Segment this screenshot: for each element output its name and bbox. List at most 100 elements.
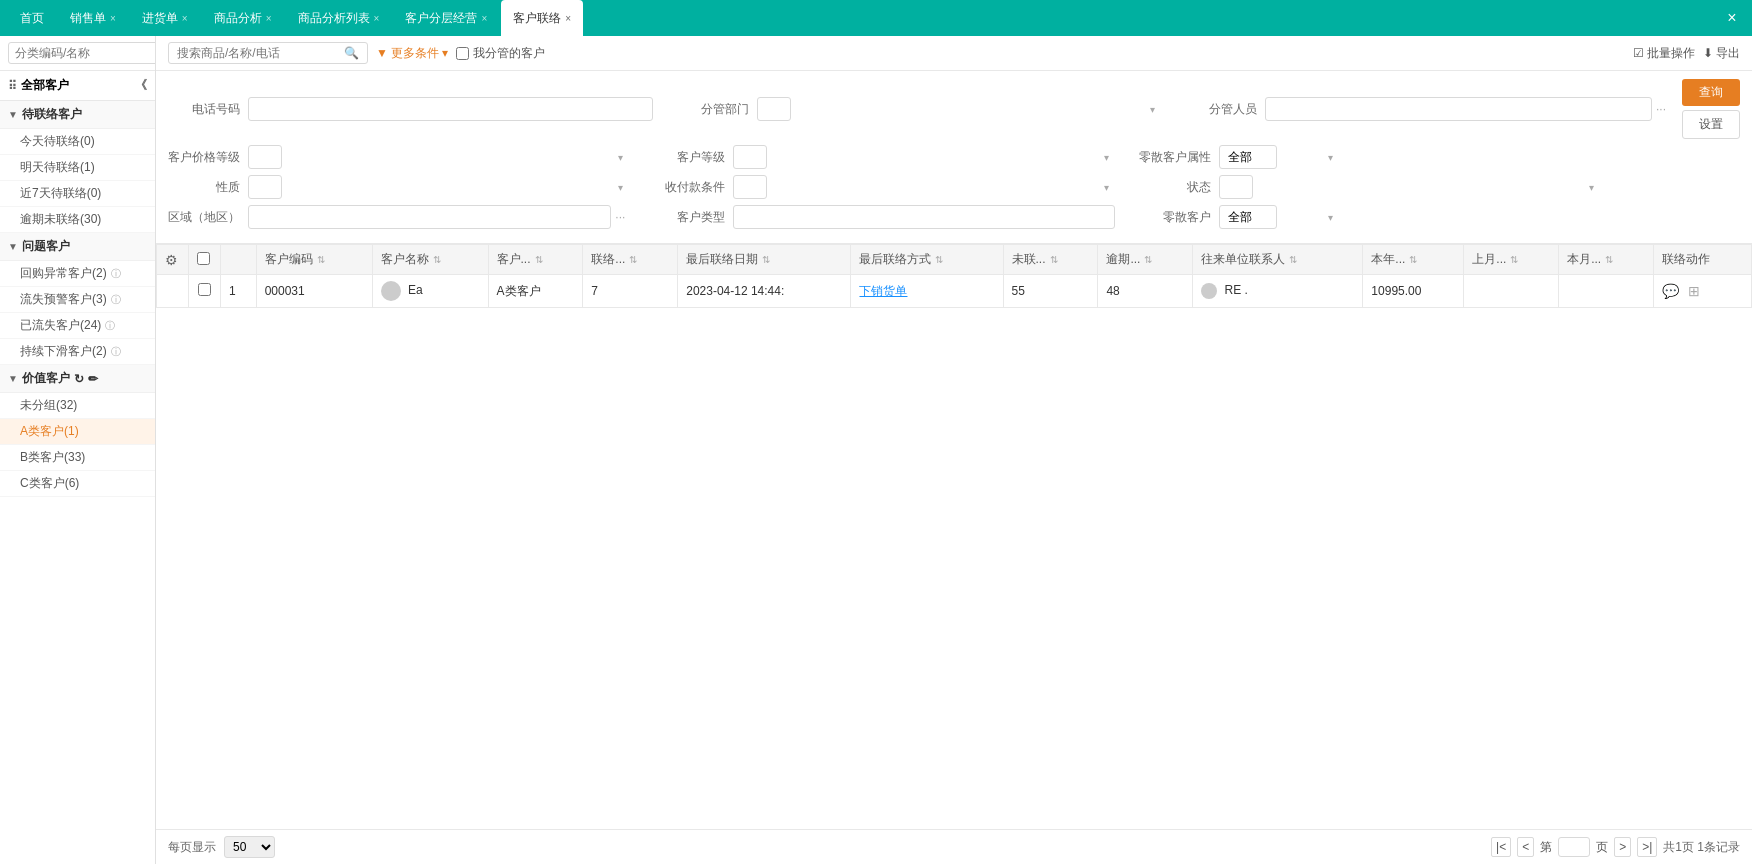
sidebar-item-ungrouped[interactable]: 未分组(32) xyxy=(0,393,155,419)
query-button[interactable]: 查询 xyxy=(1682,79,1740,106)
nav-home[interactable]: 首页 xyxy=(8,0,56,36)
th-this-month[interactable]: 本月... ⇅ xyxy=(1559,245,1654,275)
td-check xyxy=(189,275,221,308)
sidebar-item-a-class[interactable]: A类客户(1) xyxy=(0,419,155,445)
value-edit-icon[interactable]: ✏ xyxy=(88,372,98,386)
first-page-btn[interactable]: |< xyxy=(1491,837,1511,857)
filter-manager-input[interactable] xyxy=(1265,97,1652,121)
nav-sales[interactable]: 销售单 × xyxy=(58,0,128,36)
page-size-select[interactable]: 50 20 100 xyxy=(224,836,275,858)
sidebar-group-value[interactable]: ▼ 价值客户 ↻ ✏ xyxy=(0,365,155,393)
nav-product-list[interactable]: 商品分析列表 × xyxy=(286,0,392,36)
sidebar-item-today[interactable]: 今天待联络(0) xyxy=(0,129,155,155)
filter-region-dots[interactable]: ··· xyxy=(611,210,629,224)
sort-icon-name[interactable]: ⇅ xyxy=(433,254,441,265)
my-customers-filter[interactable]: 我分管的客户 xyxy=(456,45,545,62)
sidebar-item-declining[interactable]: 持续下滑客户(2) ⓘ xyxy=(0,339,155,365)
sidebar-item-tomorrow[interactable]: 明天待联络(1) xyxy=(0,155,155,181)
filter-customer-level-select[interactable] xyxy=(733,145,767,169)
batch-op-btn[interactable]: ☑ 批量操作 xyxy=(1633,45,1695,62)
table-settings-icon[interactable]: ⚙ xyxy=(165,252,178,268)
search-icon[interactable]: 🔍 xyxy=(344,46,359,60)
sort-icon-type[interactable]: ⇅ xyxy=(535,254,543,265)
close-all-tabs[interactable]: × xyxy=(1720,6,1744,30)
sort-icon-no-contact[interactable]: ⇅ xyxy=(1050,254,1058,265)
filter-payment: 收付款条件 ▾ xyxy=(653,175,1114,199)
sidebar-all-customers[interactable]: ⠿ 全部客户 《 xyxy=(0,71,155,101)
settings-button[interactable]: 设置 xyxy=(1682,110,1740,139)
th-no-contact[interactable]: 未联... ⇅ xyxy=(1003,245,1098,275)
prev-page-btn[interactable]: < xyxy=(1517,837,1534,857)
filter-region-input[interactable] xyxy=(248,205,611,229)
search-input[interactable] xyxy=(177,46,344,60)
th-overdue[interactable]: 逾期... ⇅ xyxy=(1098,245,1193,275)
filter-scatter-wrap: 全部 ▾ xyxy=(1219,205,1339,229)
sidebar-item-churned[interactable]: 已流失客户(24) ⓘ xyxy=(0,313,155,339)
sort-icon-this-month[interactable]: ⇅ xyxy=(1605,254,1613,265)
chevron-down-icon4: ▾ xyxy=(1104,152,1109,163)
td-unit-contact: RE . xyxy=(1193,275,1363,308)
sort-icon-unit[interactable]: ⇅ xyxy=(1289,254,1297,265)
filter-price-select[interactable] xyxy=(248,145,282,169)
sidebar-group-pending[interactable]: ▼ 待联络客户 xyxy=(0,101,155,129)
sort-icon-contact[interactable]: ⇅ xyxy=(629,254,637,265)
sort-icon-date[interactable]: ⇅ xyxy=(762,254,770,265)
filter-nature-select[interactable] xyxy=(248,175,282,199)
filter-price-level-label: 客户价格等级 xyxy=(168,149,248,166)
my-customers-checkbox[interactable] xyxy=(456,47,469,60)
th-last-contact-date[interactable]: 最后联络日期 ⇅ xyxy=(678,245,851,275)
sort-icon-code[interactable]: ⇅ xyxy=(317,254,325,265)
nav-customer-segment-close[interactable]: × xyxy=(481,13,487,24)
nav-customer-contact-close[interactable]: × xyxy=(565,13,571,24)
sort-icon-last-month[interactable]: ⇅ xyxy=(1510,254,1518,265)
sidebar-item-churn-warning[interactable]: 流失预警客户(3) ⓘ xyxy=(0,287,155,313)
qr-icon[interactable]: ⊞ xyxy=(1688,283,1700,299)
nav-purchase-close[interactable]: × xyxy=(182,13,188,24)
nav-customer-contact[interactable]: 客户联络 × xyxy=(501,0,583,36)
filter-manager-dots[interactable]: ··· xyxy=(1652,102,1670,116)
contact-method-link[interactable]: 下销货单 xyxy=(859,284,907,298)
nav-product-analysis-close[interactable]: × xyxy=(266,13,272,24)
sort-icon-year[interactable]: ⇅ xyxy=(1409,254,1417,265)
sidebar-item-abnormal[interactable]: 回购异常客户(2) ⓘ xyxy=(0,261,155,287)
last-page-btn[interactable]: >| xyxy=(1637,837,1657,857)
filter-dept-select[interactable] xyxy=(757,97,791,121)
filter-status-select[interactable] xyxy=(1219,175,1253,199)
export-btn[interactable]: ⬇ 导出 xyxy=(1703,45,1740,62)
sidebar-group-problem[interactable]: ▼ 问题客户 xyxy=(0,233,155,261)
filter-customer-type-input[interactable] xyxy=(733,205,1114,229)
th-customer-code[interactable]: 客户编码 ⇅ xyxy=(256,245,372,275)
filter-scatter-attr-select[interactable]: 全部 xyxy=(1219,145,1277,169)
nav-purchase[interactable]: 进货单 × xyxy=(130,0,200,36)
filter-more-btn[interactable]: ▼ 更多条件 ▾ xyxy=(376,45,448,62)
sidebar-search-input[interactable] xyxy=(8,42,156,64)
nav-customer-segment[interactable]: 客户分层经营 × xyxy=(393,0,499,36)
th-customer-name[interactable]: 客户名称 ⇅ xyxy=(372,245,488,275)
filter-phone-input[interactable] xyxy=(248,97,653,121)
filter-customer-level-label: 客户等级 xyxy=(653,149,733,166)
sort-icon-method[interactable]: ⇅ xyxy=(935,254,943,265)
select-all-checkbox[interactable] xyxy=(197,252,210,265)
th-unit-contact[interactable]: 往来单位联系人 ⇅ xyxy=(1193,245,1363,275)
th-this-year[interactable]: 本年... ⇅ xyxy=(1363,245,1464,275)
sidebar-collapse-btn[interactable]: 《 xyxy=(135,77,147,94)
filter-scatter-select[interactable]: 全部 xyxy=(1219,205,1277,229)
th-customer-type[interactable]: 客户... ⇅ xyxy=(488,245,583,275)
sidebar-item-7days[interactable]: 近7天待联络(0) xyxy=(0,181,155,207)
nav-sales-close[interactable]: × xyxy=(110,13,116,24)
sort-icon-overdue[interactable]: ⇅ xyxy=(1144,254,1152,265)
filter-payment-select[interactable] xyxy=(733,175,767,199)
nav-product-analysis[interactable]: 商品分析 × xyxy=(202,0,284,36)
th-contact-count[interactable]: 联络... ⇅ xyxy=(583,245,678,275)
value-refresh-icon[interactable]: ↻ xyxy=(74,372,84,386)
nav-product-list-close[interactable]: × xyxy=(374,13,380,24)
row-checkbox[interactable] xyxy=(198,283,211,296)
sidebar-item-overdue[interactable]: 逾期未联络(30) xyxy=(0,207,155,233)
sidebar-item-c-class[interactable]: C类客户(6) xyxy=(0,471,155,497)
chat-icon[interactable]: 💬 xyxy=(1662,283,1679,299)
page-input[interactable]: 1 xyxy=(1558,837,1590,857)
next-page-btn[interactable]: > xyxy=(1614,837,1631,857)
th-last-contact-method[interactable]: 最后联络方式 ⇅ xyxy=(851,245,1003,275)
th-last-month[interactable]: 上月... ⇅ xyxy=(1464,245,1559,275)
sidebar-item-b-class[interactable]: B类客户(33) xyxy=(0,445,155,471)
